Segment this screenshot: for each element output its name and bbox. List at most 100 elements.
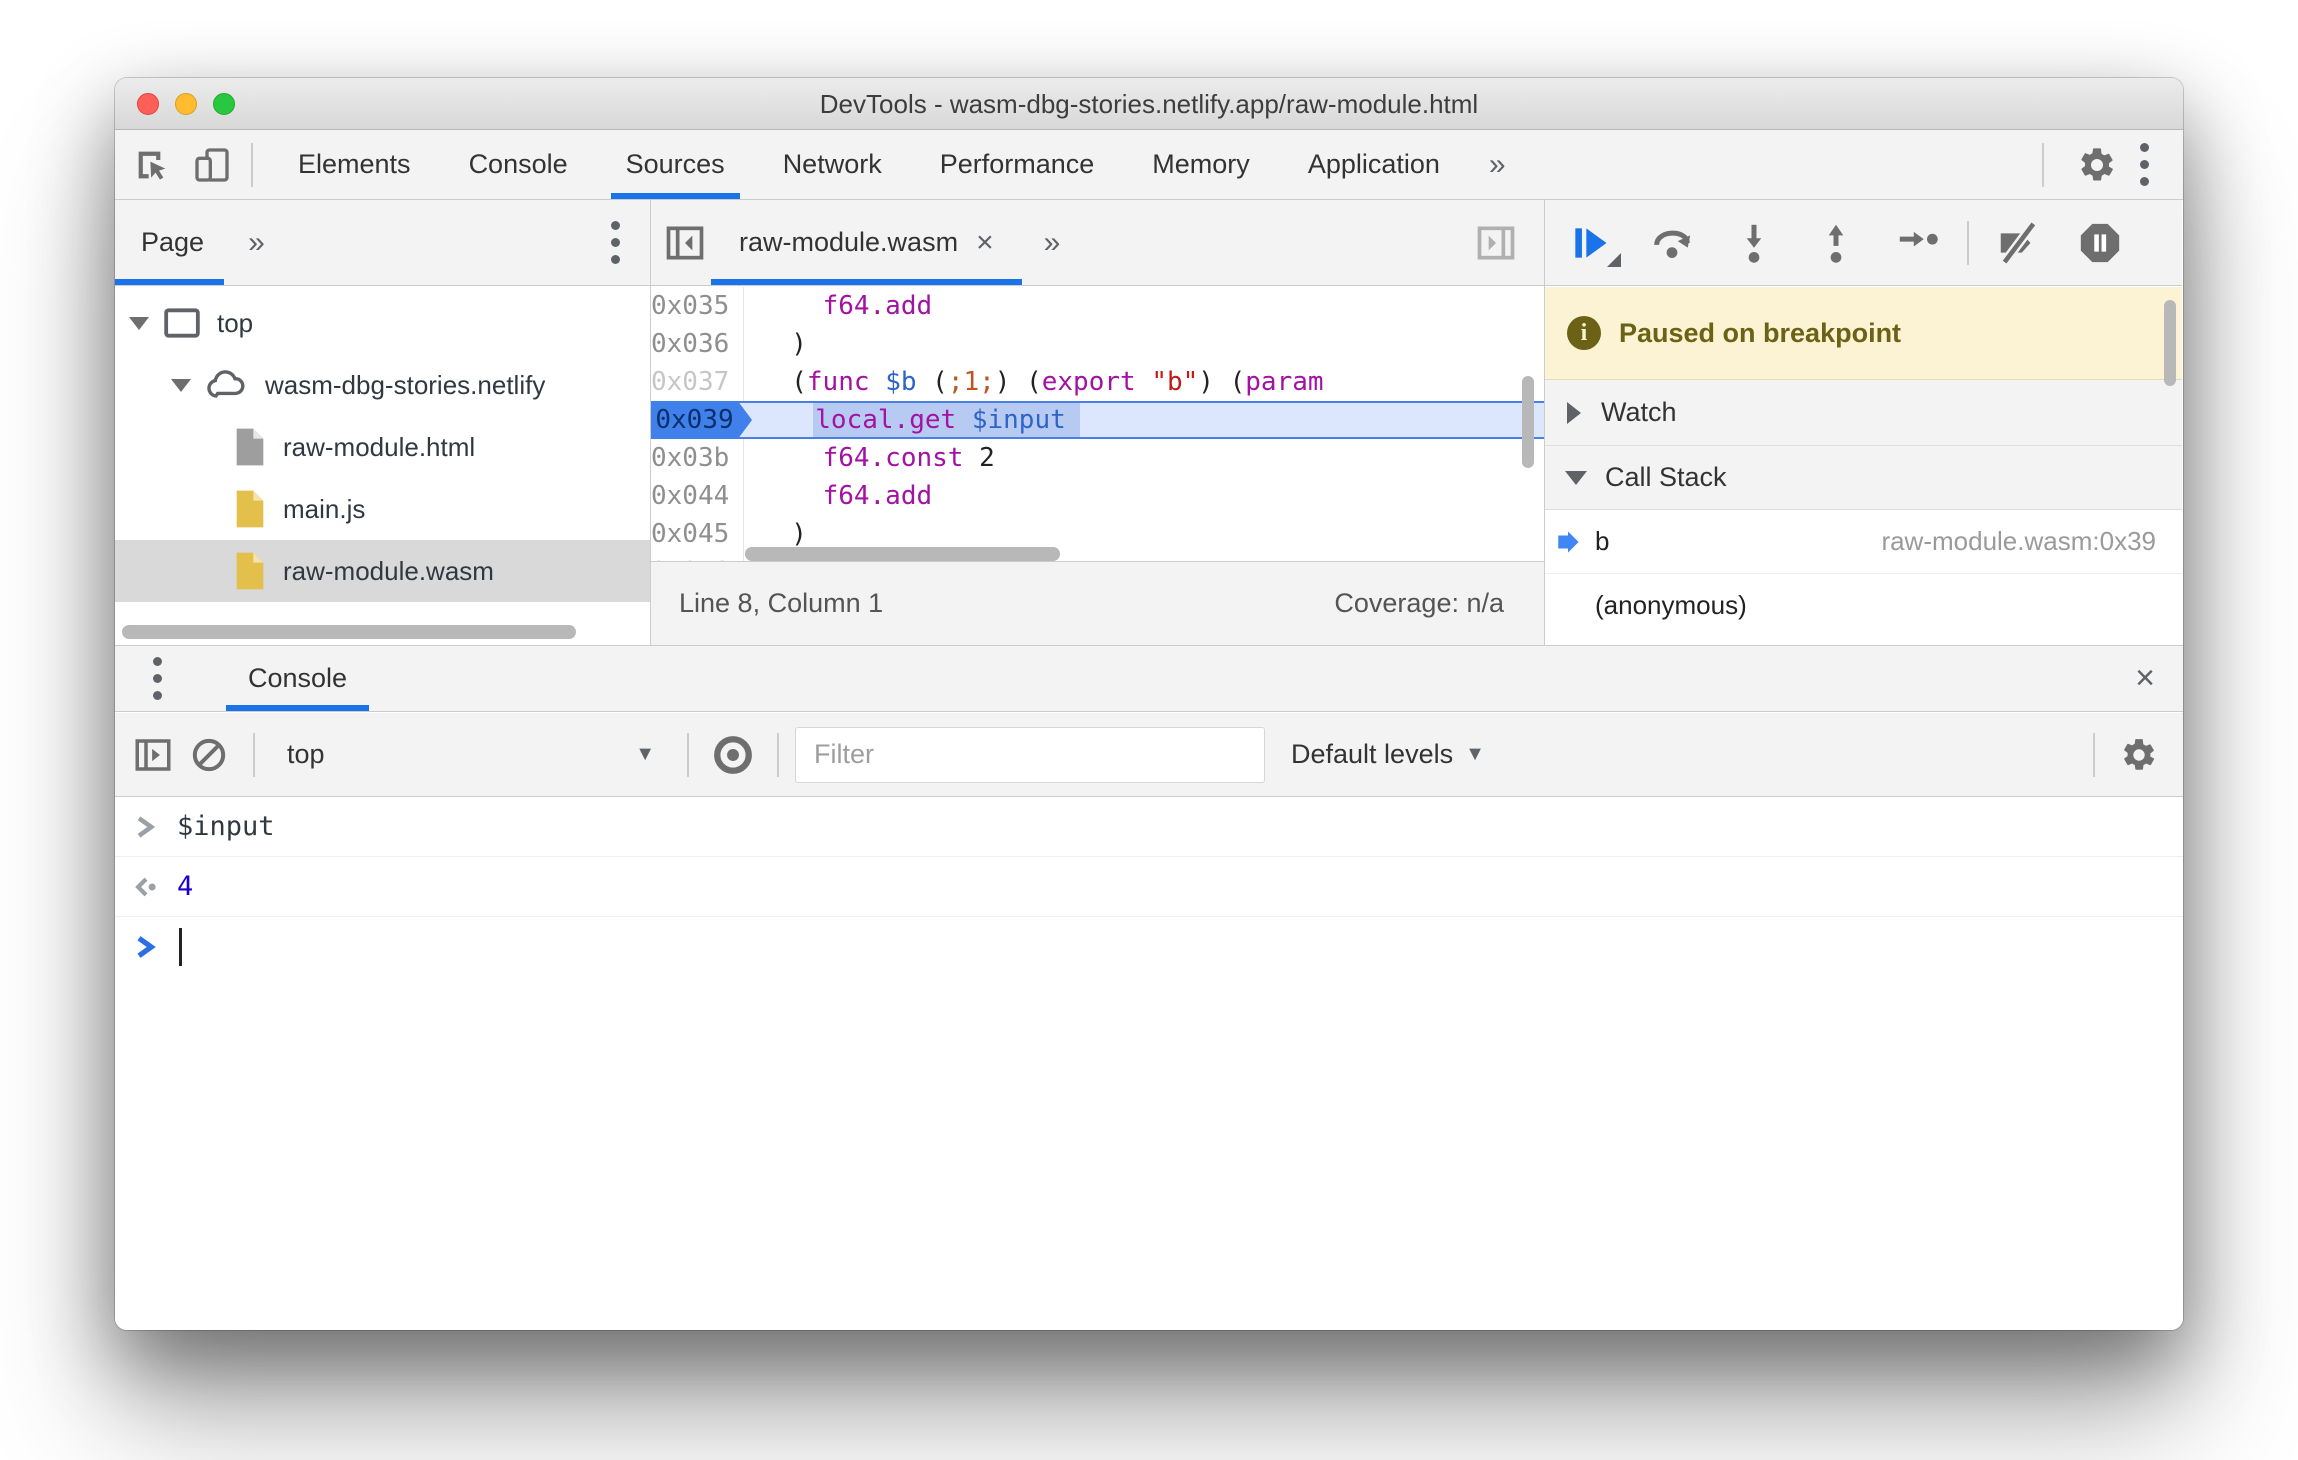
code-line-0x035[interactable]: 0x035 f64.add xyxy=(651,287,1544,325)
text-cursor xyxy=(179,928,182,966)
file-tree: top wasm-dbg-stories.netlify raw-module.ht… xyxy=(115,292,650,602)
editor-vertical-scrollbar[interactable] xyxy=(1522,376,1534,468)
show-console-sidebar-icon[interactable] xyxy=(125,727,181,783)
call-stack-frame[interactable]: raw-module.html:9 xyxy=(1545,634,2182,645)
editor-tab-raw-module-wasm[interactable]: raw-module.wasm × xyxy=(711,200,1022,285)
tree-item-label: top xyxy=(217,307,254,338)
console-toolbar-divider xyxy=(2093,732,2095,777)
context-selector-value: top xyxy=(287,739,325,769)
tab-network[interactable]: Network xyxy=(754,130,911,199)
file-yellow-icon xyxy=(233,551,267,591)
debugger-vertical-scrollbar[interactable] xyxy=(2164,300,2176,386)
console-messages[interactable]: $input 4 xyxy=(115,797,2183,1330)
tree-item-label: raw-module.wasm xyxy=(283,555,494,586)
tree-item-raw-module-wasm[interactable]: raw-module.wasm xyxy=(115,540,650,602)
hide-navigator-icon[interactable] xyxy=(659,218,711,268)
tree-expand-caret-icon[interactable] xyxy=(129,316,149,330)
gutter-address[interactable]: 0x036 xyxy=(651,325,745,363)
code-line-0x044[interactable]: 0x044 f64.add xyxy=(651,477,1544,515)
clear-console-icon[interactable] xyxy=(181,727,237,783)
resume-script-icon[interactable] xyxy=(1549,213,1631,273)
tree-expand-caret-icon[interactable] xyxy=(171,378,191,392)
navigator-more-tabs-button[interactable]: » xyxy=(230,226,283,260)
code-line-text: f64.add xyxy=(822,481,933,511)
tree-item-raw-module-html[interactable]: raw-module.html xyxy=(115,416,650,478)
call-stack-frame[interactable]: (anonymous) xyxy=(1545,574,2182,638)
editor-tab-label: raw-module.wasm xyxy=(739,227,959,257)
tree-item-wasm-dbg-stories-netlify[interactable]: wasm-dbg-stories.netlify xyxy=(115,354,650,416)
step-over-icon[interactable] xyxy=(1631,213,1713,273)
drawer-menu-kebab-icon[interactable] xyxy=(143,657,172,700)
settings-gear-icon[interactable] xyxy=(2074,142,2120,188)
gutter-address[interactable]: 0x037 xyxy=(651,363,745,401)
editor-horizontal-scrollbar[interactable] xyxy=(745,547,1060,561)
gutter-address[interactable]: 0x035 xyxy=(651,287,745,325)
selected-token-range: local.get $input xyxy=(813,403,1080,437)
code-line-0x037[interactable]: 0x037 (func $b (;1;) (export "b") (param xyxy=(651,363,1544,401)
code-line-0x03b[interactable]: 0x03b f64.const 2 xyxy=(651,439,1544,477)
watch-label: Watch xyxy=(1601,397,1677,427)
code-line-text: f64.add xyxy=(822,291,933,321)
chevron-down-icon: ▼ xyxy=(1465,743,1485,765)
live-expression-eye-icon[interactable] xyxy=(705,727,761,783)
info-icon: i xyxy=(1567,316,1601,350)
log-levels-dropdown[interactable]: Default levels ▼ xyxy=(1291,739,1485,770)
sidebar-horizontal-scrollbar[interactable] xyxy=(122,625,576,639)
tree-item-label: wasm-dbg-stories.netlify xyxy=(265,369,546,400)
editor-status-bar: Line 8, Column 1 Coverage: n/a xyxy=(651,561,1544,645)
frame-icon xyxy=(163,306,201,340)
pause-on-exceptions-icon[interactable] xyxy=(2059,213,2141,273)
close-tab-icon[interactable]: × xyxy=(976,226,994,260)
toolbar-divider xyxy=(251,142,253,187)
screenshot-stage: { "window": { "title": "DevTools - wasm-… xyxy=(0,0,2298,1460)
tab-console-drawer[interactable]: Console xyxy=(218,646,377,711)
tab-sources[interactable]: Sources xyxy=(597,130,754,199)
call-stack-section-header[interactable]: Call Stack xyxy=(1545,446,2182,510)
console-input-row[interactable]: $input xyxy=(115,797,2183,857)
gutter-address[interactable]: 0x046 xyxy=(651,553,745,561)
tab-console[interactable]: Console xyxy=(440,130,597,199)
code-line-text: f64.const 2 xyxy=(822,443,995,473)
tree-item-top[interactable]: top xyxy=(115,292,650,354)
code-line-0x036[interactable]: 0x036 ) xyxy=(651,325,1544,363)
call-stack-frame[interactable]: b raw-module.wasm:0x39 xyxy=(1545,510,2182,574)
console-toolbar: top ▼ Default levels ▼ xyxy=(115,713,2183,797)
tab-memory[interactable]: Memory xyxy=(1123,130,1279,199)
gutter-address[interactable]: 0x045 xyxy=(651,515,745,553)
tab-performance[interactable]: Performance xyxy=(911,130,1124,199)
gutter-address[interactable]: 0x044 xyxy=(651,477,745,515)
step-out-icon[interactable] xyxy=(1795,213,1877,273)
tab-application[interactable]: Application xyxy=(1279,130,1469,199)
filter-input[interactable] xyxy=(795,726,1265,783)
tab-page[interactable]: Page xyxy=(115,200,230,285)
close-drawer-icon[interactable]: × xyxy=(2135,659,2155,698)
more-panels-button[interactable]: » xyxy=(1469,148,1526,182)
deactivate-breakpoints-icon[interactable] xyxy=(1977,213,2059,273)
console-result-row[interactable]: 4 xyxy=(115,857,2183,917)
coverage-status: Coverage: n/a xyxy=(1334,588,1504,618)
gutter-address[interactable]: 0x039 xyxy=(651,401,752,439)
inspect-element-icon[interactable] xyxy=(129,142,175,188)
tree-item-main-js[interactable]: main.js xyxy=(115,478,650,540)
sources-panel: Page » top wasm-dbg-stories.netlify raw-mo… xyxy=(115,200,2183,645)
toggle-device-toolbar-icon[interactable] xyxy=(189,142,235,188)
gutter-address[interactable]: 0x03b xyxy=(651,439,745,477)
tab-elements[interactable]: Elements xyxy=(269,130,440,199)
hide-debugger-icon[interactable] xyxy=(1470,218,1522,268)
console-prompt-row[interactable] xyxy=(115,917,2183,977)
console-settings-gear-icon[interactable] xyxy=(2111,727,2167,783)
debugger-toolbar xyxy=(1545,200,2182,286)
navigator-header: Page » xyxy=(115,200,650,286)
frame-name: (anonymous) xyxy=(1595,590,1747,620)
watch-section-header[interactable]: Watch xyxy=(1545,380,2182,446)
step-icon[interactable] xyxy=(1877,213,1959,273)
code-editor[interactable]: 0x035 f64.add 0x036 ) 0x037 (func $b (;1;)… xyxy=(651,287,1544,561)
step-into-icon[interactable] xyxy=(1713,213,1795,273)
context-selector[interactable]: top ▼ xyxy=(271,739,671,770)
main-menu-kebab-icon[interactable] xyxy=(2130,143,2159,186)
execution-pointer-badge: 0x039 xyxy=(651,401,752,439)
editor-tabbar: raw-module.wasm × » xyxy=(651,200,1544,286)
navigator-menu-kebab-icon[interactable] xyxy=(601,221,630,264)
editor-more-tabs-button[interactable]: » xyxy=(1022,226,1083,260)
code-line-0x039[interactable]: 0x039 local.get $input xyxy=(651,401,1544,439)
